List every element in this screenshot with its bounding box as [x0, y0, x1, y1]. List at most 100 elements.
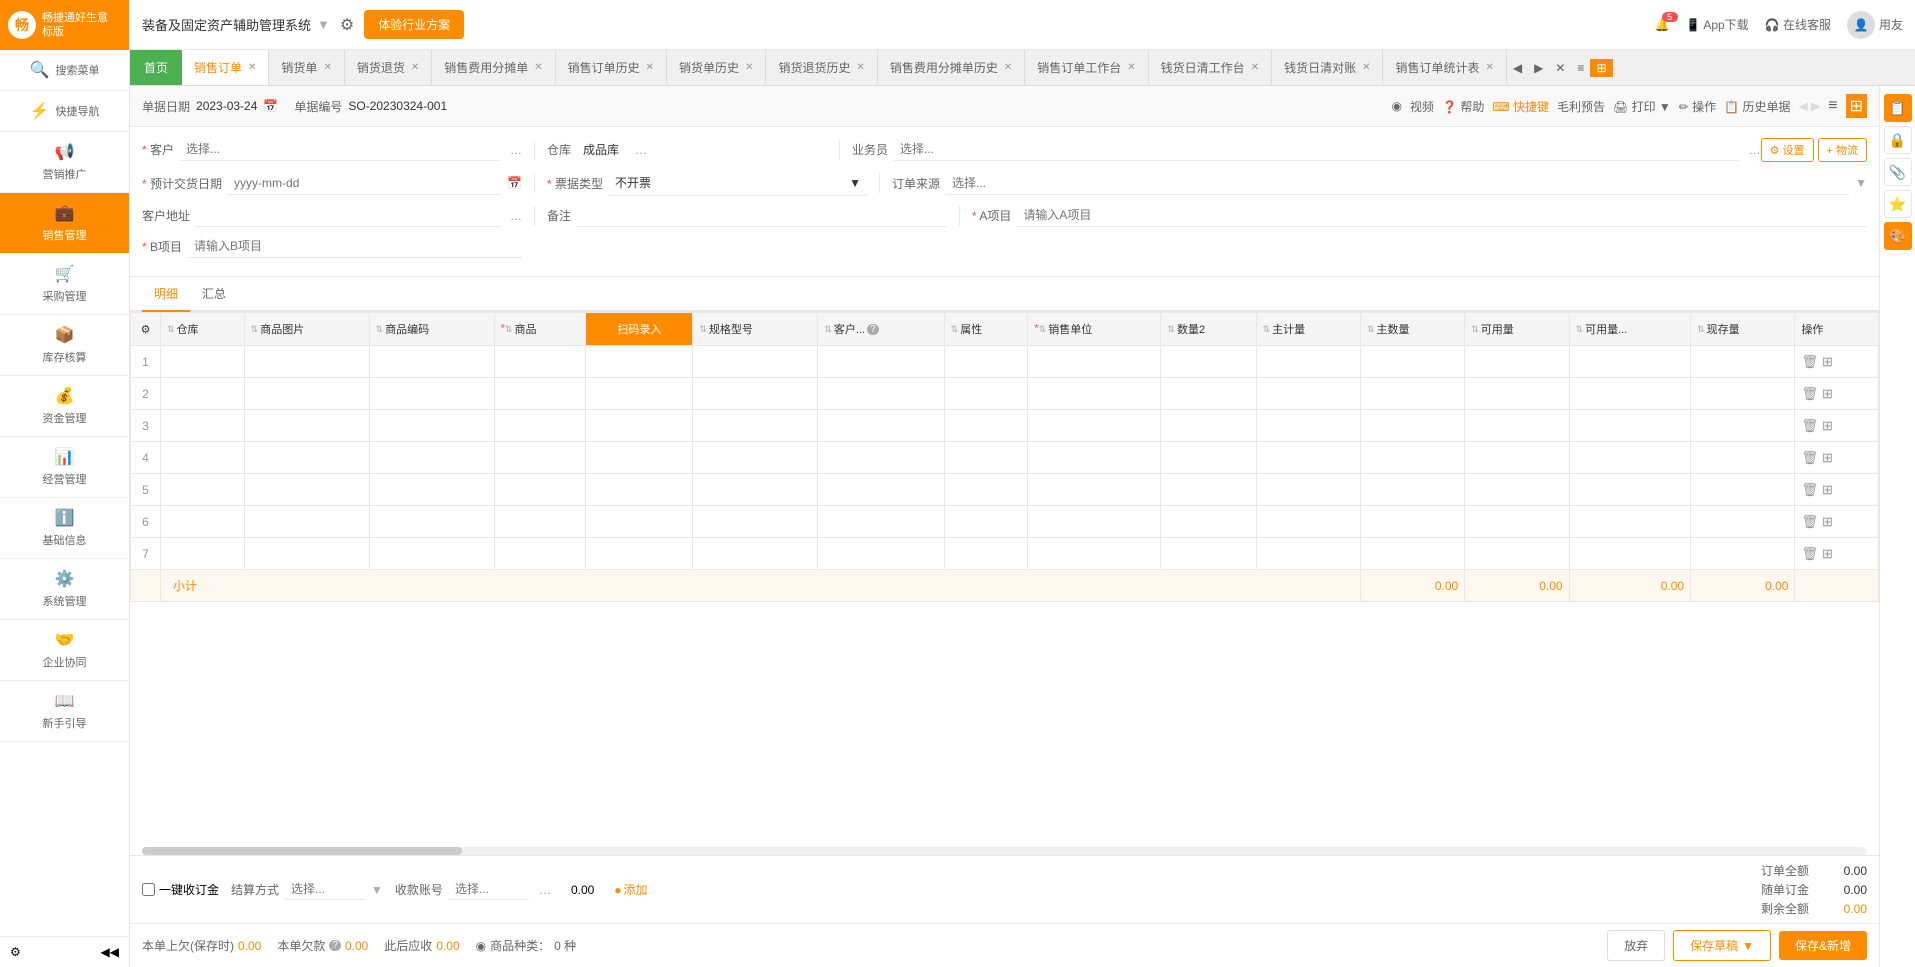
- cell-code[interactable]: [369, 346, 494, 378]
- rt-btn-3[interactable]: 📎: [1884, 158, 1912, 186]
- cell-main-qty[interactable]: [1360, 410, 1464, 442]
- cell-warehouse[interactable]: [161, 474, 245, 506]
- addr-expand-icon[interactable]: …: [510, 209, 522, 223]
- cell-attr[interactable]: [944, 410, 1028, 442]
- copy-row-icon[interactable]: ⊞: [1822, 354, 1833, 370]
- cell-image[interactable]: [244, 506, 369, 538]
- tab-prev-button[interactable]: ◀: [1507, 61, 1528, 75]
- payment-method-select[interactable]: [285, 879, 365, 900]
- sidebar-item-cooperation[interactable]: 🤝 企业协同: [0, 620, 129, 681]
- cell-name[interactable]: [494, 474, 586, 506]
- cell-unit[interactable]: [1028, 442, 1161, 474]
- staff-expand-icon[interactable]: …: [1749, 143, 1761, 157]
- settings-icon[interactable]: ⚙: [340, 15, 354, 35]
- tab-close-icon[interactable]: ✕: [534, 62, 542, 73]
- tab-close-icon[interactable]: ✕: [646, 62, 654, 73]
- order-source-input[interactable]: [946, 172, 1849, 195]
- delete-row-icon[interactable]: 🗑: [1801, 546, 1818, 562]
- cell-qty2[interactable]: [1161, 474, 1256, 506]
- tab-close-icon[interactable]: ✕: [248, 62, 256, 73]
- profit-btn[interactable]: 毛利预告: [1557, 98, 1605, 115]
- cell-main-qty[interactable]: [1360, 346, 1464, 378]
- cell-stock-qty[interactable]: [1691, 346, 1795, 378]
- print-btn[interactable]: 🖨 打印 ▼: [1613, 98, 1671, 115]
- cell-name[interactable]: [494, 378, 586, 410]
- cell-unit[interactable]: [1028, 474, 1161, 506]
- cell-unit[interactable]: [1028, 506, 1161, 538]
- cell-attr[interactable]: [944, 442, 1028, 474]
- cell-code[interactable]: [369, 378, 494, 410]
- sidebar-item-sales[interactable]: 💼 销售管理: [0, 193, 129, 254]
- customer-addr-input[interactable]: [196, 204, 500, 227]
- tab-sales-order[interactable]: 销售订单 ✕: [182, 50, 269, 86]
- tab-home[interactable]: 首页: [130, 50, 182, 86]
- cell-spec[interactable]: [693, 346, 818, 378]
- tab-order-stats[interactable]: 销售订单统计表 ✕: [1383, 50, 1506, 86]
- customer-input[interactable]: [180, 138, 500, 161]
- cell-avail-qty2[interactable]: [1569, 442, 1691, 474]
- copy-row-icon[interactable]: ⊞: [1822, 482, 1833, 498]
- sidebar-collapse-icon[interactable]: ◀◀: [101, 945, 119, 959]
- cell-scan[interactable]: [586, 474, 693, 506]
- card-view-icon[interactable]: ⊞: [1846, 94, 1867, 118]
- rt-btn-1[interactable]: 📋: [1884, 94, 1912, 122]
- staff-input[interactable]: [894, 138, 1739, 161]
- solution-button[interactable]: 体验行业方案: [364, 10, 464, 39]
- cell-avail-qty[interactable]: [1465, 378, 1569, 410]
- tab-fee-split[interactable]: 销售费用分摊单 ✕: [432, 50, 555, 86]
- cell-avail-qty2[interactable]: [1569, 506, 1691, 538]
- tab-menu-button[interactable]: ≡: [1571, 61, 1590, 75]
- add-button[interactable]: ● 添加: [614, 881, 647, 898]
- cell-avail-qty[interactable]: [1465, 442, 1569, 474]
- delete-row-icon[interactable]: 🗑: [1801, 482, 1818, 498]
- cell-main-qty[interactable]: [1360, 442, 1464, 474]
- sidebar-item-operations[interactable]: 📊 经营管理: [0, 437, 129, 498]
- copy-row-icon[interactable]: ⊞: [1822, 514, 1833, 530]
- cell-name[interactable]: [494, 506, 586, 538]
- delete-row-icon[interactable]: 🗑: [1801, 354, 1818, 370]
- cell-cust-code[interactable]: [818, 474, 944, 506]
- save-new-button[interactable]: 保存&新增: [1779, 931, 1867, 960]
- tab-close-icon[interactable]: ✕: [323, 62, 331, 73]
- help-btn[interactable]: ❓ 帮助: [1442, 98, 1484, 115]
- cell-main-qty[interactable]: [1360, 378, 1464, 410]
- cell-main-unit[interactable]: [1256, 378, 1360, 410]
- cell-cust-code[interactable]: [818, 410, 944, 442]
- col-gear[interactable]: ⚙: [131, 313, 161, 346]
- cell-stock-qty[interactable]: [1691, 474, 1795, 506]
- cell-cust-code[interactable]: [818, 346, 944, 378]
- tab-close-icon[interactable]: ✕: [1127, 62, 1135, 73]
- cell-main-qty[interactable]: [1360, 538, 1464, 570]
- tab-close-icon[interactable]: ✕: [1004, 62, 1012, 73]
- cell-avail-qty2[interactable]: [1569, 346, 1691, 378]
- sidebar-item-quick-nav[interactable]: ⚡ 快捷导航: [0, 91, 129, 132]
- copy-row-icon[interactable]: ⊞: [1822, 418, 1833, 434]
- warehouse-expand-icon[interactable]: …: [635, 143, 647, 157]
- tab-close-icon[interactable]: ✕: [856, 62, 864, 73]
- cell-code[interactable]: [369, 474, 494, 506]
- cell-attr[interactable]: [944, 506, 1028, 538]
- sidebar-item-guide[interactable]: 📖 新手引导: [0, 681, 129, 742]
- cell-main-qty[interactable]: [1360, 474, 1464, 506]
- cell-qty2[interactable]: [1161, 378, 1256, 410]
- tab-expand-button[interactable]: ⊞: [1590, 59, 1612, 77]
- tab-order-history[interactable]: 销售订单历史 ✕: [556, 50, 667, 86]
- cell-main-unit[interactable]: [1256, 410, 1360, 442]
- horizontal-scrollbar[interactable]: [142, 847, 1867, 855]
- cell-attr[interactable]: [944, 474, 1028, 506]
- cell-warehouse[interactable]: [161, 442, 245, 474]
- a-project-input[interactable]: [1017, 204, 1867, 227]
- add-goods-btn[interactable]: + 物流: [1818, 138, 1867, 162]
- rt-btn-4[interactable]: ⭐: [1884, 190, 1912, 218]
- cell-warehouse[interactable]: [161, 410, 245, 442]
- tab-detail[interactable]: 明细: [142, 277, 190, 312]
- tab-return-history[interactable]: 销货退货历史 ✕: [766, 50, 877, 86]
- tab-sales-invoice[interactable]: 销货单 ✕: [269, 50, 344, 86]
- tab-fee-history[interactable]: 销售费用分摊单历史 ✕: [878, 50, 1025, 86]
- cell-scan[interactable]: [586, 410, 693, 442]
- cell-stock-qty[interactable]: [1691, 506, 1795, 538]
- sidebar-item-marketing[interactable]: 📢 营销推广: [0, 132, 129, 193]
- cell-avail-qty2[interactable]: [1569, 410, 1691, 442]
- cell-image[interactable]: [244, 474, 369, 506]
- sidebar-item-basic-info[interactable]: ℹ️ 基础信息: [0, 498, 129, 559]
